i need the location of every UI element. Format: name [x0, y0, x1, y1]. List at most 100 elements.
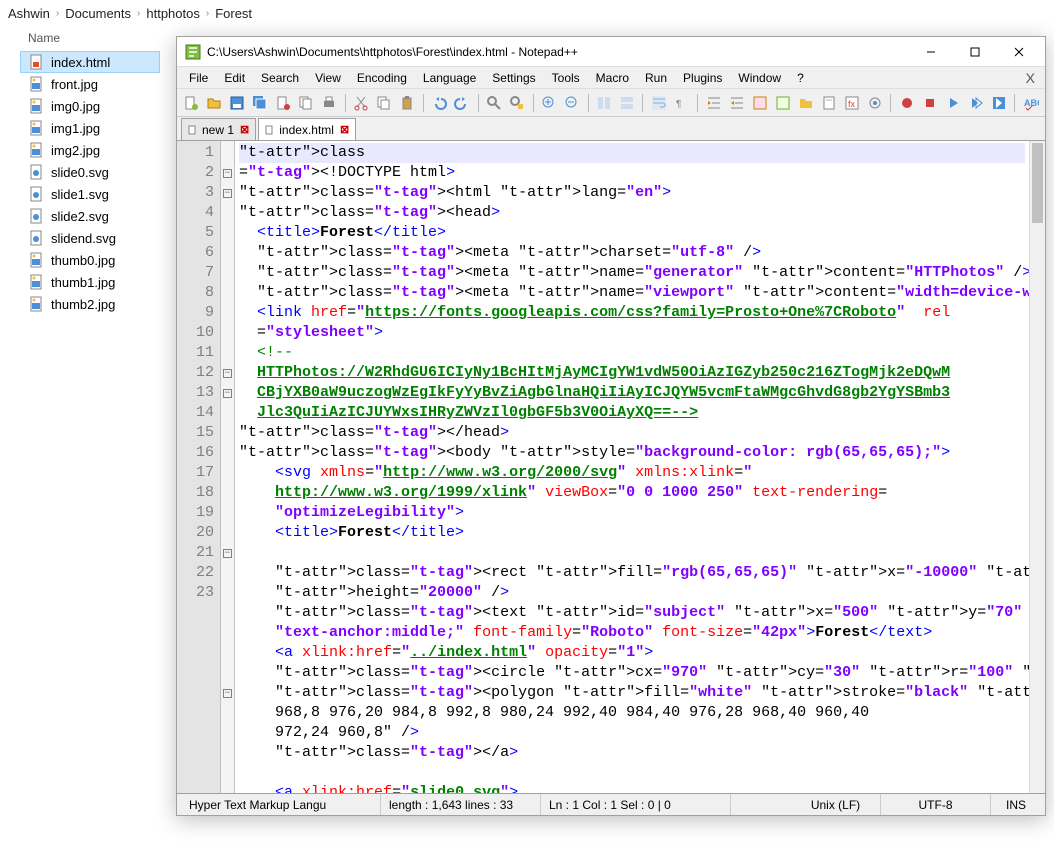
menu-search[interactable]: Search: [253, 69, 307, 87]
document-tab[interactable]: new 1 ⊠: [181, 118, 256, 140]
zoom-in-icon[interactable]: [539, 92, 560, 114]
status-position: Ln : 1 Col : 1 Sel : 0 | 0: [541, 794, 731, 815]
vertical-scrollbar[interactable]: [1029, 141, 1045, 793]
menu-tools[interactable]: Tools: [544, 69, 588, 87]
breadcrumb-segment[interactable]: Ashwin: [8, 6, 50, 21]
close-button[interactable]: [997, 38, 1041, 66]
file-row[interactable]: slide1.svg: [20, 183, 160, 205]
file-row[interactable]: index.html: [20, 51, 160, 73]
file-row[interactable]: thumb2.jpg: [20, 293, 160, 315]
scrollbar-thumb[interactable]: [1032, 143, 1043, 223]
file-icon: [29, 76, 45, 92]
maximize-button[interactable]: [953, 38, 997, 66]
cut-icon[interactable]: [351, 92, 372, 114]
paste-icon[interactable]: [397, 92, 418, 114]
file-icon: [29, 98, 45, 114]
menu-help[interactable]: ?: [789, 69, 812, 87]
wordwrap-icon[interactable]: [648, 92, 669, 114]
file-name: thumb2.jpg: [51, 297, 115, 312]
file-row[interactable]: slidend.svg: [20, 227, 160, 249]
menu-run[interactable]: Run: [637, 69, 675, 87]
play-multi-icon[interactable]: [965, 92, 986, 114]
breadcrumb-segment[interactable]: Documents: [65, 6, 131, 21]
file-name: img2.jpg: [51, 143, 100, 158]
save-icon[interactable]: [227, 92, 248, 114]
save-macro-icon[interactable]: [988, 92, 1009, 114]
file-row[interactable]: thumb1.jpg: [20, 271, 160, 293]
file-name: img0.jpg: [51, 99, 100, 114]
svg-text:fx: fx: [848, 99, 856, 109]
file-row[interactable]: slide0.svg: [20, 161, 160, 183]
breadcrumb-segment[interactable]: Forest: [215, 6, 252, 21]
file-icon: [29, 120, 45, 136]
menu-edit[interactable]: Edit: [216, 69, 253, 87]
file-name: img1.jpg: [51, 121, 100, 136]
file-name: slidend.svg: [51, 231, 116, 246]
folder-icon[interactable]: [795, 92, 816, 114]
new-file-icon[interactable]: [181, 92, 202, 114]
status-length: length : 1,643 lines : 33: [381, 794, 541, 815]
save-all-icon[interactable]: [250, 92, 271, 114]
tab-close-icon[interactable]: ⊠: [240, 123, 249, 136]
file-row[interactable]: slide2.svg: [20, 205, 160, 227]
fold-gutter[interactable]: −−−−−−: [221, 141, 235, 793]
replace-icon[interactable]: [507, 92, 528, 114]
file-icon: [29, 252, 45, 268]
play-icon[interactable]: [942, 92, 963, 114]
titlebar[interactable]: C:\Users\Ashwin\Documents\httphotos\Fore…: [177, 37, 1045, 67]
file-icon: [29, 54, 45, 70]
allchars-icon[interactable]: ¶: [671, 92, 692, 114]
undo-icon[interactable]: [429, 92, 450, 114]
zoom-out-icon[interactable]: [562, 92, 583, 114]
spellcheck-icon[interactable]: ABC: [1020, 92, 1041, 114]
file-row[interactable]: img0.jpg: [20, 95, 160, 117]
menu-settings[interactable]: Settings: [484, 69, 543, 87]
outdent-icon[interactable]: [726, 92, 747, 114]
minimize-button[interactable]: [909, 38, 953, 66]
menu-macro[interactable]: Macro: [588, 69, 637, 87]
func-list-icon[interactable]: fx: [841, 92, 862, 114]
menu-file[interactable]: File: [181, 69, 216, 87]
close-all-icon[interactable]: [296, 92, 317, 114]
indent-icon[interactable]: [703, 92, 724, 114]
status-encoding[interactable]: UTF-8: [881, 794, 991, 815]
document-tab[interactable]: index.html ⊠: [258, 118, 356, 140]
close-file-icon[interactable]: [273, 92, 294, 114]
menu-view[interactable]: View: [307, 69, 349, 87]
stop-icon[interactable]: [919, 92, 940, 114]
editor[interactable]: 1234567891011121314151617181920212223 −−…: [177, 141, 1045, 793]
menu-encoding[interactable]: Encoding: [349, 69, 415, 87]
close-doc-icon[interactable]: X: [1020, 70, 1041, 86]
status-insert-mode[interactable]: INS: [991, 794, 1041, 815]
sync-v-icon[interactable]: [594, 92, 615, 114]
file-icon: [188, 125, 198, 135]
copy-icon[interactable]: [374, 92, 395, 114]
file-icon: [29, 296, 45, 312]
record-icon[interactable]: [896, 92, 917, 114]
sync-h-icon[interactable]: [617, 92, 638, 114]
breadcrumb-segment[interactable]: httphotos: [146, 6, 200, 21]
open-file-icon[interactable]: [204, 92, 225, 114]
fold-icon[interactable]: [749, 92, 770, 114]
redo-icon[interactable]: [452, 92, 473, 114]
find-icon[interactable]: [484, 92, 505, 114]
monitor-icon[interactable]: [864, 92, 885, 114]
file-icon: [29, 208, 45, 224]
status-eol[interactable]: Unix (LF): [791, 794, 881, 815]
menu-language[interactable]: Language: [415, 69, 484, 87]
doc-map-icon[interactable]: [818, 92, 839, 114]
code-area[interactable]: "t-attr">class="t-tag"><!DOCTYPE html> "…: [235, 141, 1029, 793]
unfold-icon[interactable]: [772, 92, 793, 114]
line-number-gutter: 1234567891011121314151617181920212223: [177, 141, 221, 793]
tab-close-icon[interactable]: ⊠: [340, 123, 349, 136]
file-row[interactable]: img2.jpg: [20, 139, 160, 161]
file-row[interactable]: thumb0.jpg: [20, 249, 160, 271]
menu-window[interactable]: Window: [730, 69, 789, 87]
file-icon: [265, 125, 275, 135]
chevron-right-icon: ›: [56, 8, 59, 19]
file-row[interactable]: front.jpg: [20, 73, 160, 95]
menu-plugins[interactable]: Plugins: [675, 69, 730, 87]
file-list: index.htmlfront.jpg img0.jpg img1.jpg img2.…: [0, 49, 160, 315]
print-icon[interactable]: [319, 92, 340, 114]
file-row[interactable]: img1.jpg: [20, 117, 160, 139]
